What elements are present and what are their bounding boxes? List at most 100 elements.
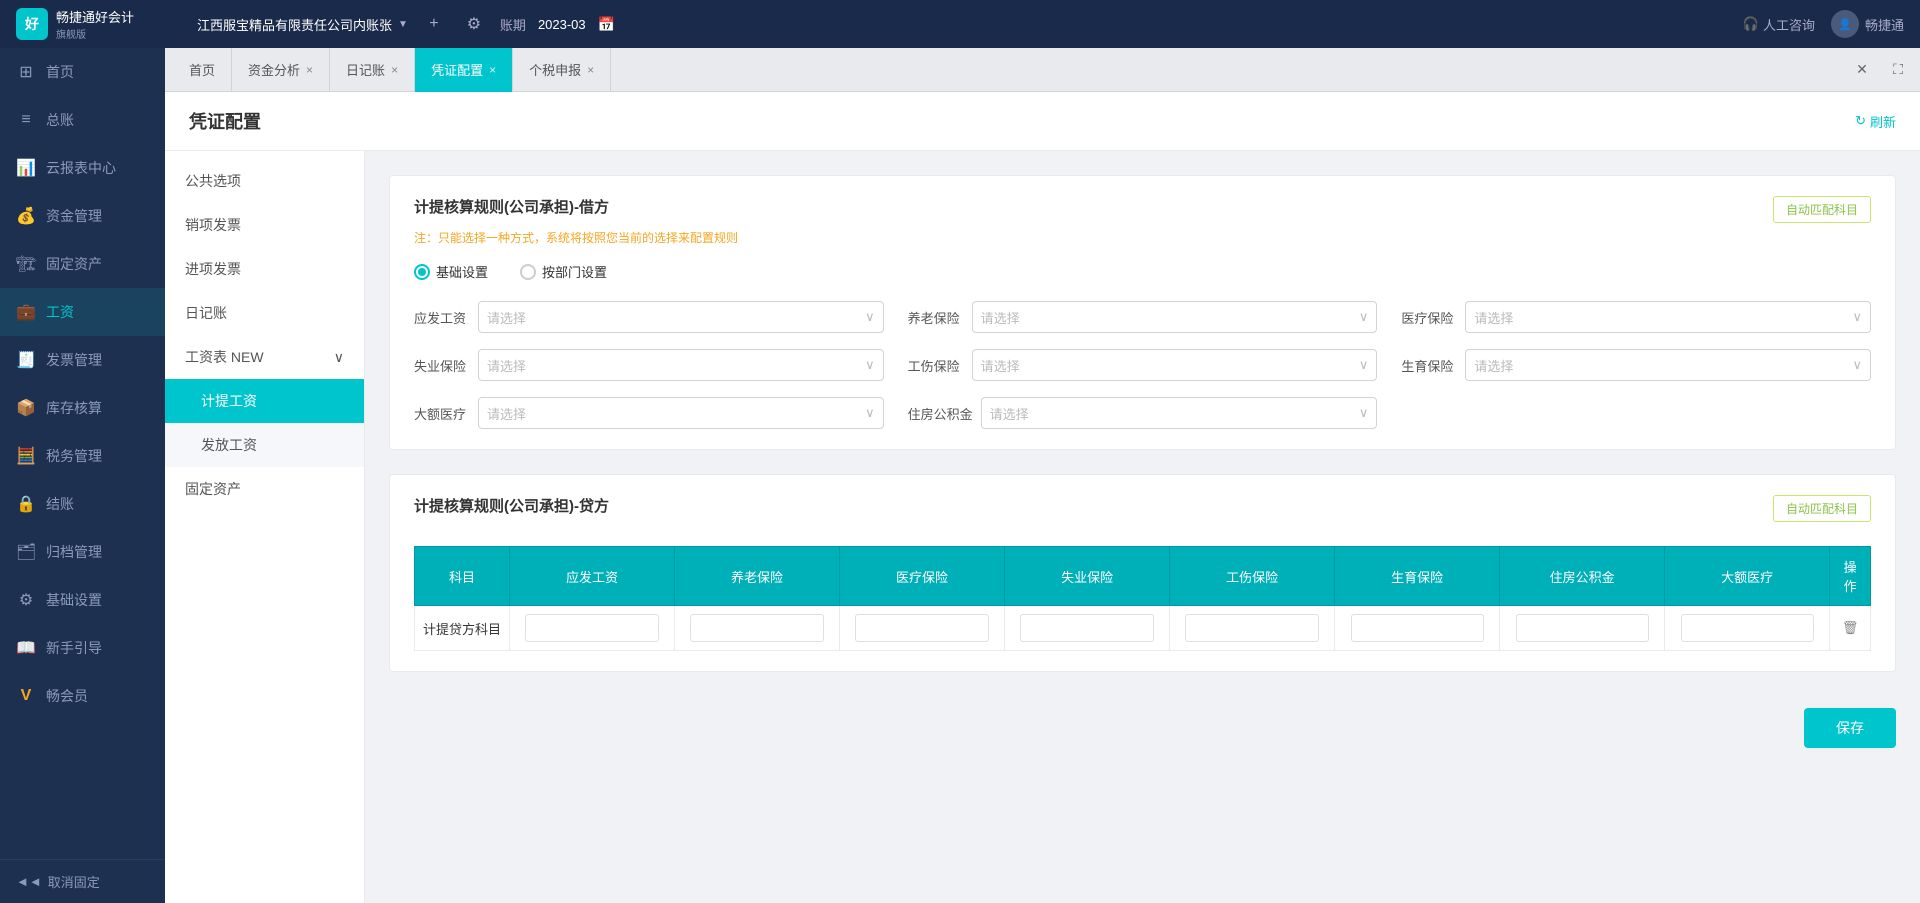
close-voucher-config-icon[interactable]: × [489, 63, 496, 77]
tax-icon: 🧮 [16, 446, 36, 466]
input-housing[interactable] [1516, 614, 1649, 642]
debit-section: 计提核算规则(公司承担)-借方 注：只能选择一种方式，系统将按照您当前的选择来配… [389, 175, 1896, 450]
cell-maternity [1335, 606, 1500, 651]
injury-select[interactable]: 请选择 ∨ [972, 349, 1378, 381]
housing-fund-select[interactable]: 请选择 ∨ [981, 397, 1378, 429]
form-area: 计提核算规则(公司承担)-借方 注：只能选择一种方式，系统将按照您当前的选择来配… [365, 151, 1920, 903]
sidebar-item-funds[interactable]: 💰 资金管理 [0, 192, 165, 240]
field-medical: 医疗保险 请选择 ∨ [1401, 301, 1871, 333]
page-title: 凭证配置 [189, 108, 261, 134]
sidebar-item-ledger[interactable]: ≡ 总账 [0, 96, 165, 144]
input-medical[interactable] [855, 614, 988, 642]
maternity-select[interactable]: 请选择 ∨ [1465, 349, 1871, 381]
field-payroll: 应发工资 请选择 ∨ [414, 301, 884, 333]
sidebar-item-stock[interactable]: 📦 库存核算 [0, 384, 165, 432]
company-selector[interactable]: 江西服宝精品有限责任公司内账张 ▼ [197, 15, 408, 34]
input-unemployment[interactable] [1020, 614, 1153, 642]
top-right: 🎧 人工咨询 👤 畅捷通 [1743, 10, 1904, 38]
field-large-medical: 大额医疗 请选择 ∨ [414, 397, 884, 429]
close-tab-button[interactable]: ✕ [1848, 56, 1876, 84]
tab-tax[interactable]: 个税申报 × [513, 48, 611, 92]
close-journal-icon[interactable]: × [391, 63, 398, 77]
refresh-button[interactable]: ↻ 刷新 [1855, 112, 1896, 131]
field-injury: 工伤保险 请选择 ∨ [908, 349, 1378, 381]
sidebar-item-fixed-assets[interactable]: 🏗 固定资产 [0, 240, 165, 288]
sidebar-item-settings[interactable]: ⚙ 基础设置 [0, 576, 165, 624]
delete-icon[interactable]: 🗑 [1842, 620, 1859, 635]
closing-icon: 🔒 [16, 494, 36, 514]
tab-voucher-config[interactable]: 凭证配置 × [415, 48, 513, 92]
payroll-select[interactable]: 请选择 ∨ [478, 301, 884, 333]
left-menu-salary-table[interactable]: 工资表 NEW ∨ [165, 335, 364, 379]
medical-select[interactable]: 请选择 ∨ [1465, 301, 1871, 333]
settings-icon[interactable]: ⚙ [460, 10, 488, 38]
close-tax-icon[interactable]: × [587, 63, 594, 77]
left-menu-payroll-accrual[interactable]: 计提工资 [165, 379, 364, 423]
col-pension: 养老保险 [675, 547, 840, 606]
col-medical: 医疗保险 [840, 547, 1005, 606]
home-icon: ⊞ [16, 62, 36, 82]
left-menu-sales-invoice[interactable]: 销项发票 [165, 203, 364, 247]
fixed-assets-icon: 🏗 [16, 254, 36, 274]
close-fund-analysis-icon[interactable]: × [306, 63, 313, 77]
sidebar-item-closing[interactable]: 🔒 结账 [0, 480, 165, 528]
debit-section-header: 计提核算规则(公司承担)-借方 注：只能选择一种方式，系统将按照您当前的选择来配… [414, 196, 1871, 262]
left-menu-journal[interactable]: 日记账 [165, 291, 364, 335]
save-button[interactable]: 保存 [1804, 708, 1896, 748]
input-injury[interactable] [1185, 614, 1318, 642]
unemployment-select[interactable]: 请选择 ∨ [478, 349, 884, 381]
credit-section-title: 计提核算规则(公司承担)-贷方 [414, 495, 609, 516]
tab-fund-analysis[interactable]: 资金分析 × [232, 48, 330, 92]
left-menu-fixed-assets[interactable]: 固定资产 [165, 467, 364, 511]
input-large-medical[interactable] [1681, 614, 1814, 642]
input-maternity[interactable] [1351, 614, 1484, 642]
sidebar-item-vip[interactable]: V 畅会员 [0, 672, 165, 720]
debit-auto-match-button[interactable]: 自动匹配科目 [1773, 196, 1871, 223]
chevron-down-icon: ▼ [398, 19, 408, 30]
debit-section-title: 计提核算规则(公司承担)-借方 [414, 196, 738, 217]
pension-select[interactable]: 请选择 ∨ [972, 301, 1378, 333]
sidebar-item-invoice[interactable]: 🧾 发票管理 [0, 336, 165, 384]
sidebar-item-salary[interactable]: 💼 工资 [0, 288, 165, 336]
page-content: 凭证配置 ↻ 刷新 公共选项 销项发票 进项发票 日记账 工资表 NEW ∨ [165, 92, 1920, 903]
left-menu-public[interactable]: 公共选项 [165, 159, 364, 203]
sidebar-item-archive[interactable]: 🗂 归档管理 [0, 528, 165, 576]
field-maternity: 生育保险 请选择 ∨ [1401, 349, 1871, 381]
select-down-icon8: ∨ [1359, 405, 1369, 421]
credit-auto-match-button[interactable]: 自动匹配科目 [1773, 495, 1871, 522]
sidebar-item-tax[interactable]: 🧮 税务管理 [0, 432, 165, 480]
user-area[interactable]: 👤 畅捷通 [1831, 10, 1904, 38]
logo-text: 畅捷通好会计 旗舰版 [56, 7, 134, 41]
refresh-icon: ↻ [1855, 113, 1866, 129]
sidebar-item-reports[interactable]: 📊 云报表中心 [0, 144, 165, 192]
page-header: 凭证配置 ↻ 刷新 [165, 92, 1920, 151]
sidebar-item-guide[interactable]: 📖 新手引导 [0, 624, 165, 672]
left-menu-payroll-release[interactable]: 发放工资 [165, 423, 364, 467]
support-button[interactable]: 🎧 人工咨询 [1743, 15, 1815, 34]
avatar: 👤 [1831, 10, 1859, 38]
input-payroll[interactable] [525, 614, 658, 642]
large-medical-select[interactable]: 请选择 ∨ [478, 397, 884, 429]
add-button[interactable]: + [420, 10, 448, 38]
stock-icon: 📦 [16, 398, 36, 418]
radio-basic[interactable]: 基础设置 [414, 262, 488, 281]
cell-pension [675, 606, 840, 651]
credit-section: 计提核算规则(公司承担)-贷方 自动匹配科目 科目 应发工资 养老保险 医疗保险 [389, 474, 1896, 672]
chevron-icon: ∨ [334, 349, 344, 366]
field-housing-fund: 住房公积金 请选择 ∨ [908, 397, 1378, 429]
archive-icon: 🗂 [16, 542, 36, 562]
calendar-icon[interactable]: 📅 [598, 16, 615, 33]
tab-journal[interactable]: 日记账 × [330, 48, 415, 92]
maximize-button[interactable]: ⛶ [1884, 56, 1912, 84]
sidebar-item-home[interactable]: ⊞ 首页 [0, 48, 165, 96]
tab-home[interactable]: 首页 [173, 48, 232, 92]
two-col-layout: 公共选项 销项发票 进项发票 日记账 工资表 NEW ∨ 计提工资 发放工资 固… [165, 151, 1920, 903]
cancel-pin-button[interactable]: ◄◄ 取消固定 [0, 859, 165, 903]
field-pension: 养老保险 请选择 ∨ [908, 301, 1378, 333]
input-pension[interactable] [690, 614, 823, 642]
radio-dept[interactable]: 按部门设置 [520, 262, 607, 281]
left-menu-purchase-invoice[interactable]: 进项发票 [165, 247, 364, 291]
select-down-icon7: ∨ [865, 405, 875, 421]
field-unemployment: 失业保险 请选择 ∨ [414, 349, 884, 381]
cell-unemployment [1005, 606, 1170, 651]
